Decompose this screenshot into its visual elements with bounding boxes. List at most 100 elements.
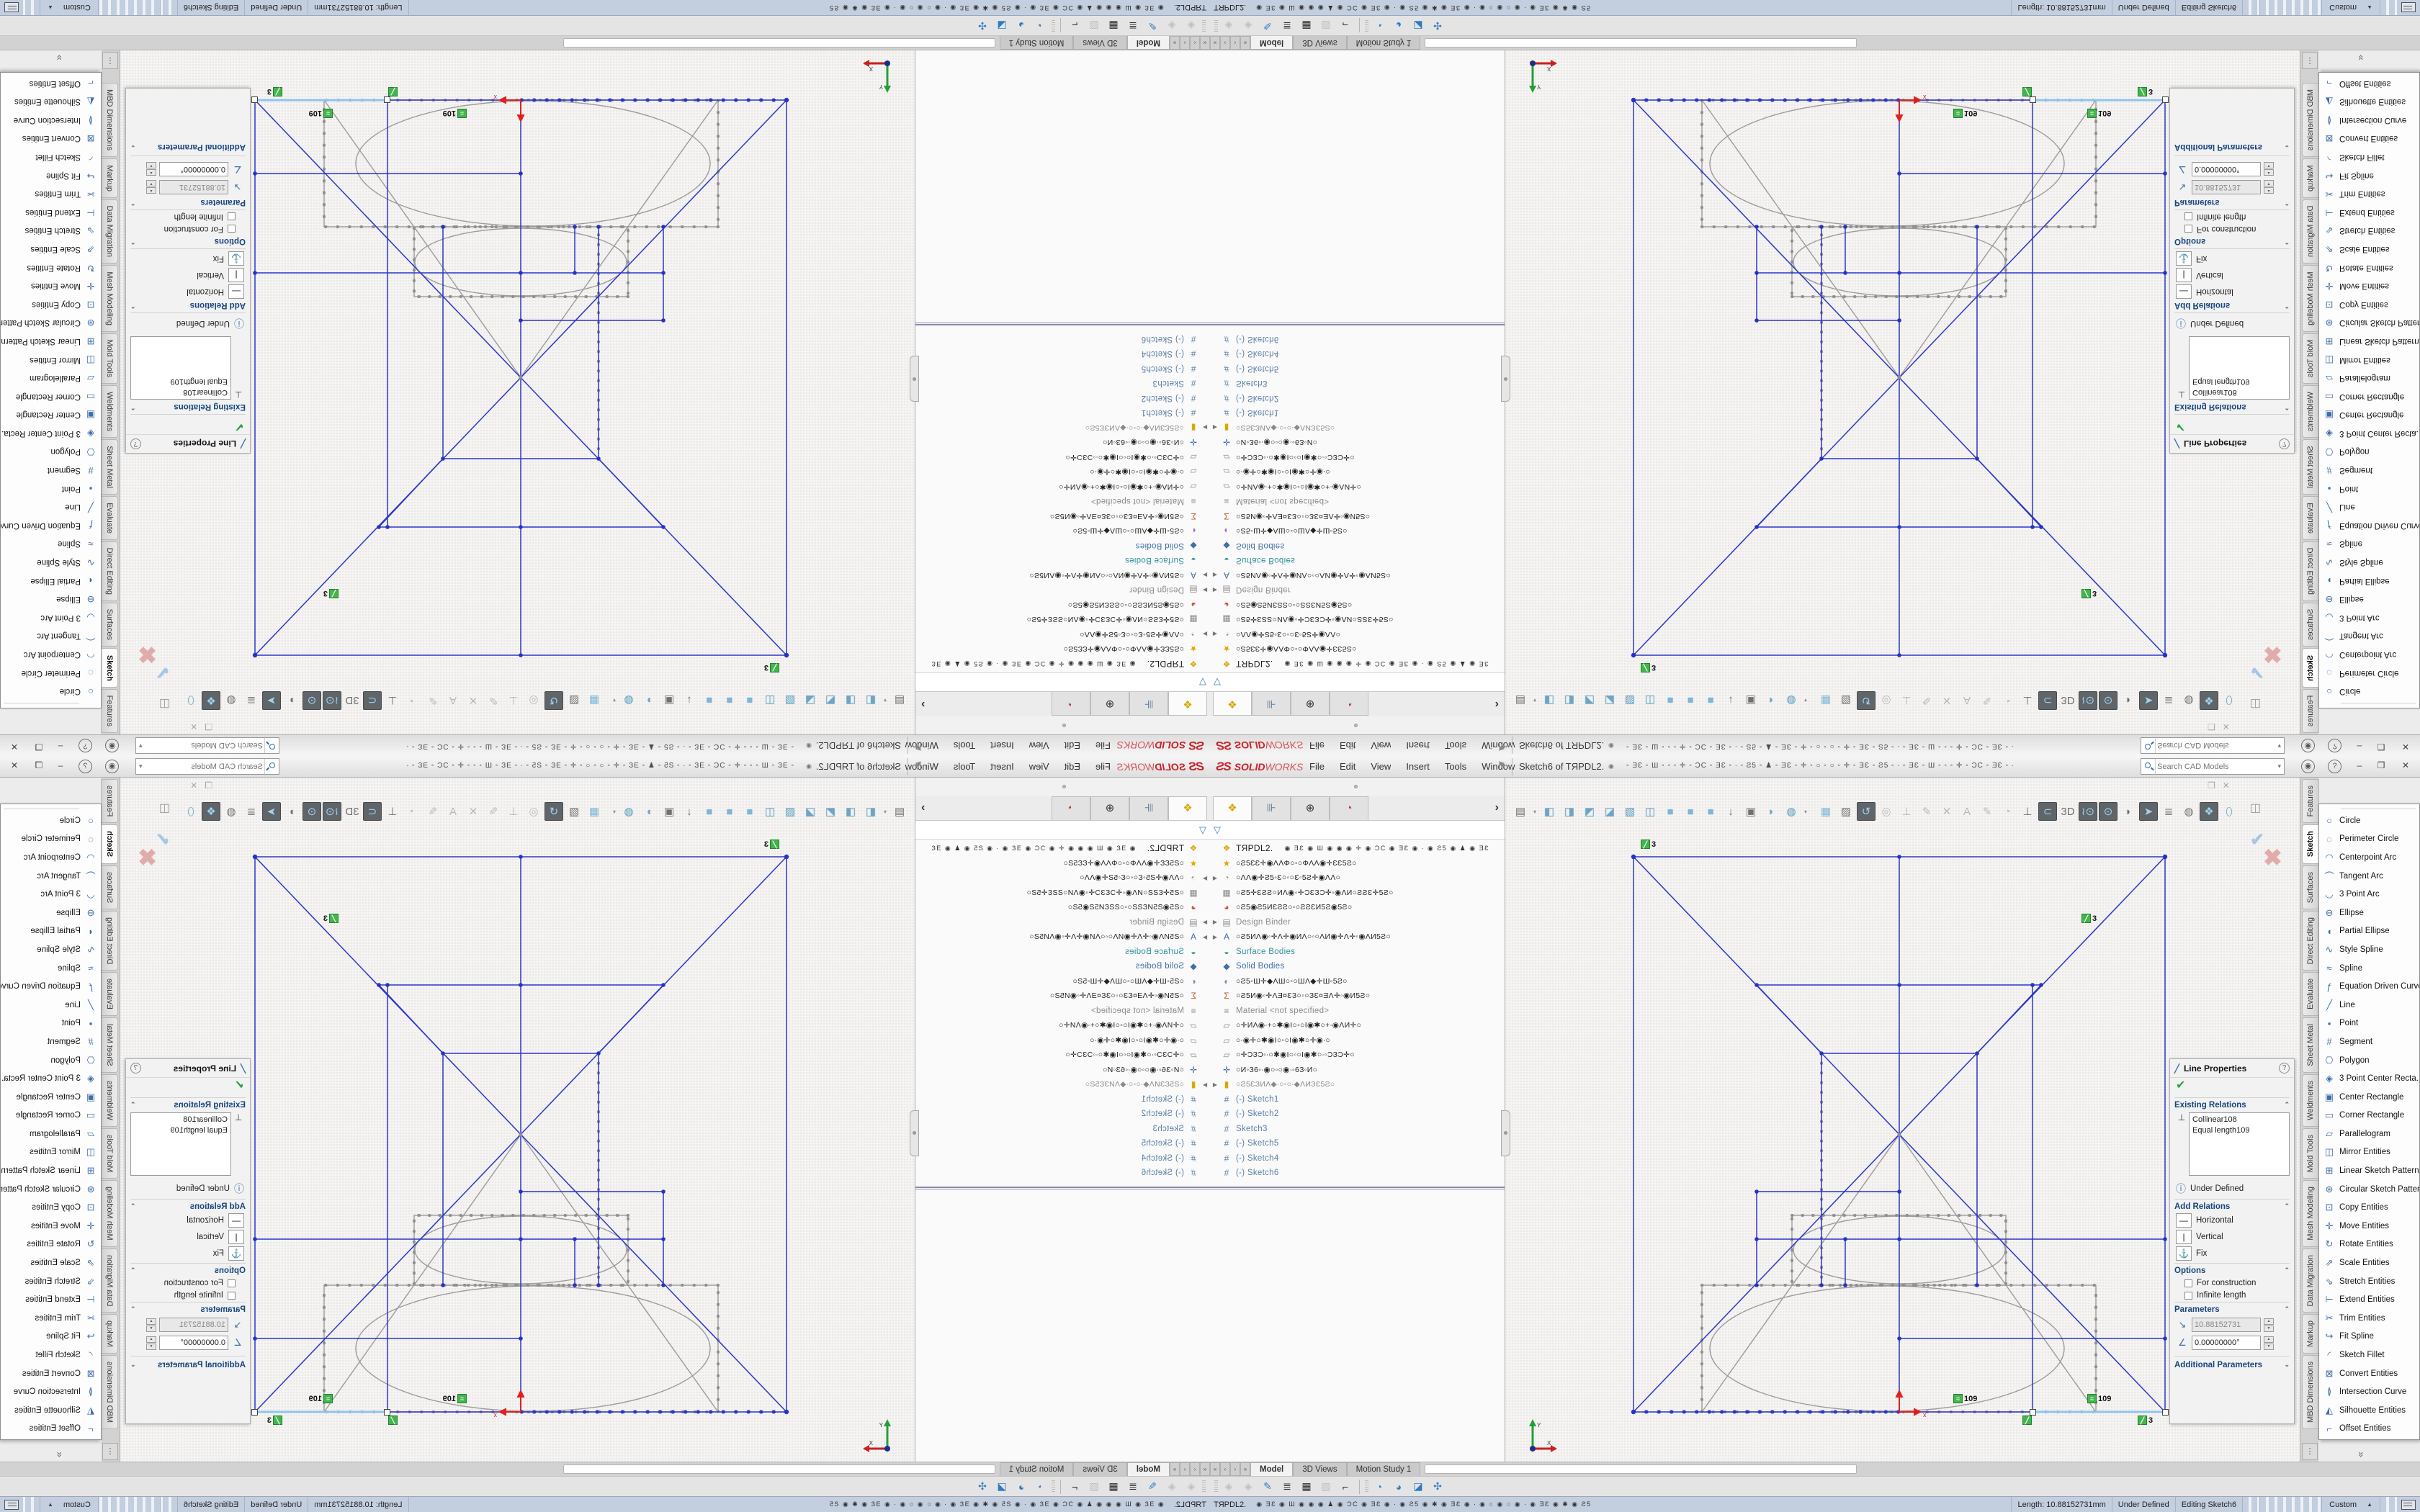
toolbar-icon[interactable]: ◪ [1410,1480,1427,1493]
toolbar-icon[interactable] [1811,691,1815,710]
add-relation-button[interactable]: — Horizontal [130,1213,244,1228]
toolbar-icon[interactable]: 3D [2058,802,2077,821]
toolbar-icon[interactable]: ⊥ [504,691,523,710]
flyout-tool-item[interactable]: ≬ Intersection Curve [2319,111,2419,130]
tree-item[interactable]: ★ ○Ƨ5ƐƐ✛◉ΛΛΦ○◦○ΦΛΛ◉✛ƐƐ5Ƨ○ [915,642,1210,657]
toolbar-icon[interactable]: ◔ [403,691,422,710]
flyout-tool-item[interactable]: ▣ Center Rectangle [1,406,101,425]
toolbar-icon[interactable]: ◈ [1240,1480,1257,1493]
commandmanager-tab[interactable]: Surfaces [101,603,118,647]
collapse-icon[interactable]: ⌃ [2284,1202,2290,1211]
flyout-tool-item[interactable]: ◡ 3 Point Arc [2319,608,2419,627]
angle-spinner[interactable]: ▲▼ [146,1336,156,1350]
option-checkbox[interactable]: For construction [2184,225,2290,233]
toolbar-icon[interactable]: ➤ [262,691,281,710]
expand-arrow-icon[interactable]: ▶ [1200,919,1210,925]
tab-nav-button[interactable]: « [1210,1462,1220,1476]
relations-listbox[interactable]: Collinear108Equal length109 [130,1112,231,1176]
tree-item[interactable]: ▶ ◔ ○ΛΛ◉✛Ƨ5◦Ɛ○◦○Ɛ◦5Ƨ✛◉ΛΛ○ [915,870,1210,886]
toolbar-icon[interactable]: ▤ [1511,802,1530,821]
tree-item[interactable]: ≡ Material <not specified> [915,1004,1210,1019]
tree-item[interactable]: ▶ A ○Ƨ5ИΛ◉◦✛Λ✛◉ИΛ○◦○ΛИ◉✛Λ✛◦◉ΛИ5Ƨ○ [915,568,1210,583]
toolbar-icon[interactable]: ✕ [464,802,483,821]
flyout-tool-item[interactable]: ⊖ Ellipse [1,590,101,608]
collapse-icon[interactable]: ⌃ [130,402,136,411]
collinear-relation-badge[interactable]: ╱ [2022,1416,2033,1425]
model-tab[interactable]: Model [1127,36,1170,50]
panel-collapse-handle[interactable] [1501,356,1510,402]
tree-item[interactable]: ★ ○Ƨ5ƐƐ✛◉ΛΛΦ○◦○ΦΛΛ◉✛ƐƐ5Ƨ○ [1210,856,1505,871]
flyout-tool-item[interactable]: ⊛ Circular Sketch Pattern [2319,314,2419,333]
toolbar-icon[interactable]: ■ [1681,691,1700,710]
menu-item[interactable]: Insert [1406,740,1430,751]
toolbar-icon[interactable]: ■ [720,802,739,821]
confirm-check-icon[interactable]: ✔ [156,829,170,850]
toolbar-icon[interactable]: ▤ [890,691,909,710]
tree-item[interactable]: ▦ ○Ƨ5✛ƐƧƧ○ИΛ◉◦✛ƆƐЗƆ✛◦◉ΛИ○ƧƧƐ✛5Ƨ○ [1210,612,1505,627]
toolbar-icon[interactable]: ❖ [2200,691,2218,710]
toolbar-icon[interactable]: ⊂ [363,691,382,710]
commandmanager-tab[interactable]: Mesh Modeling [2302,265,2319,332]
commandmanager-tab[interactable]: MBD Dimensions [2302,1355,2319,1429]
ok-button[interactable]: ✔ [2170,1078,2294,1095]
toolbar-icon[interactable]: ▧ [1085,1480,1103,1493]
confirm-check-icon[interactable]: ✔ [156,662,170,683]
commandmanager-tab[interactable]: Features [2302,689,2319,733]
flyout-tool-item[interactable]: ⌐ Offset Entities [1,1420,101,1439]
flyout-tool-item[interactable]: ◈ 3 Point Center Recta... [1,1069,101,1088]
tree-item[interactable]: # Sketch3 [915,376,1210,391]
commandmanager-tab[interactable]: MBD Dimensions [101,83,118,157]
toolbar-icon[interactable]: ✣ [1429,1480,1446,1493]
flyout-tool-item[interactable]: ⊞ Linear Sketch Pattern [1,332,101,351]
add-relation-button[interactable]: | Vertical [130,1230,244,1244]
flyout-tool-item[interactable]: ⊖ Ellipse [2319,904,2419,922]
tree-item[interactable]: ▶ ▮ ○Ƨ5ƐЗИΛ◆∙○◦○∙◆ΛИЗƐ5Ƨ○ [1210,420,1505,436]
toolbar-icon[interactable]: A [444,691,462,710]
collapse-icon[interactable]: ⌃ [2284,1305,2290,1314]
option-checkbox[interactable]: Infinite length [130,212,236,221]
commandmanager-tab[interactable]: Direct Editing [101,541,118,601]
model-tab[interactable]: 3D Views [1293,1462,1346,1476]
tree-item[interactable]: ▱ ○✛ƆЗƆ◦∙○✱◉I○◦○I◉✱○∙◦ƆЗƆ✛○ [915,1048,1210,1063]
tree-item[interactable]: ≡ Material <not specified> [1210,494,1505,509]
flyout-tool-item[interactable]: ○ Circle [2319,682,2419,701]
commandmanager-tab[interactable]: Weldments [101,385,118,438]
toolbar-icon[interactable]: ≣ [2159,802,2178,821]
flyout-tool-item[interactable]: ○ Circle [1,682,101,701]
toolbar-icon[interactable]: ◔ [1371,20,1388,32]
flyout-tool-item[interactable]: ⊡ Copy Entities [1,295,101,314]
toolbar-icon[interactable]: ▧ [1317,1480,1335,1493]
toolbar-icon[interactable]: ⊥ [2018,691,2037,710]
commandmanager-tab[interactable]: Weldments [2302,385,2319,438]
tree-item[interactable]: ◐ ○Ƨ5◦Ш✛◆ΛШ○◦○ШΛ◆✛Ш◦5Ƨ○ [915,523,1210,539]
tab-nav-button[interactable]: » [1170,1462,1180,1476]
flyout-tool-item[interactable]: ◖ Partial Ellipse [1,572,101,590]
restore-button[interactable]: ❐ [2372,742,2390,752]
flyout-tool-item[interactable]: ◈ 3 Point Center Recta... [2319,1069,2419,1088]
commandmanager-tab[interactable]: Features [101,779,118,823]
toolbar-icon[interactable]: ▤ [890,802,909,821]
flyout-expand-chevron[interactable]: » [2356,1452,2367,1457]
panel-help-icon[interactable]: ? [130,1063,141,1074]
option-checkbox[interactable]: For construction [130,225,236,233]
expand-arrow-icon[interactable]: ▶ [1210,424,1220,431]
toolbar-icon[interactable]: ✎ [1259,1480,1276,1493]
tree-item[interactable]: # Sketch3 [1210,1122,1505,1137]
toolbar-icon[interactable]: ≀⊙ [2079,802,2097,821]
toolbar-icon[interactable]: ✕ [1937,802,1956,821]
expand-icon[interactable]: ⌄ [130,143,136,151]
close-button[interactable]: ✕ [2397,760,2414,770]
toolbar-icon[interactable]: ◍ [1782,802,1801,821]
toolbar-icon[interactable]: ▧ [1621,691,1639,710]
toolbar-icon[interactable]: ▧ [1317,19,1335,32]
collapse-icon[interactable]: ⌃ [130,1202,136,1211]
flyout-tool-item[interactable]: ↻ Rotate Entities [2319,1236,2419,1254]
toolbar-icon[interactable]: ✕ [1937,691,1956,710]
search-input[interactable] [143,741,264,751]
commandmanager-tab[interactable]: Mold Tools [2302,1128,2319,1179]
toolbar-icon[interactable]: 3D [2058,691,2077,710]
tab-configurationmanager[interactable]: ⊕ [1090,796,1129,820]
toolbar-icon[interactable]: ✣ [974,19,991,32]
minimize-button[interactable]: – [2351,760,2368,770]
flyout-tool-item[interactable]: ◌ Perimeter Circle [2319,664,2419,683]
